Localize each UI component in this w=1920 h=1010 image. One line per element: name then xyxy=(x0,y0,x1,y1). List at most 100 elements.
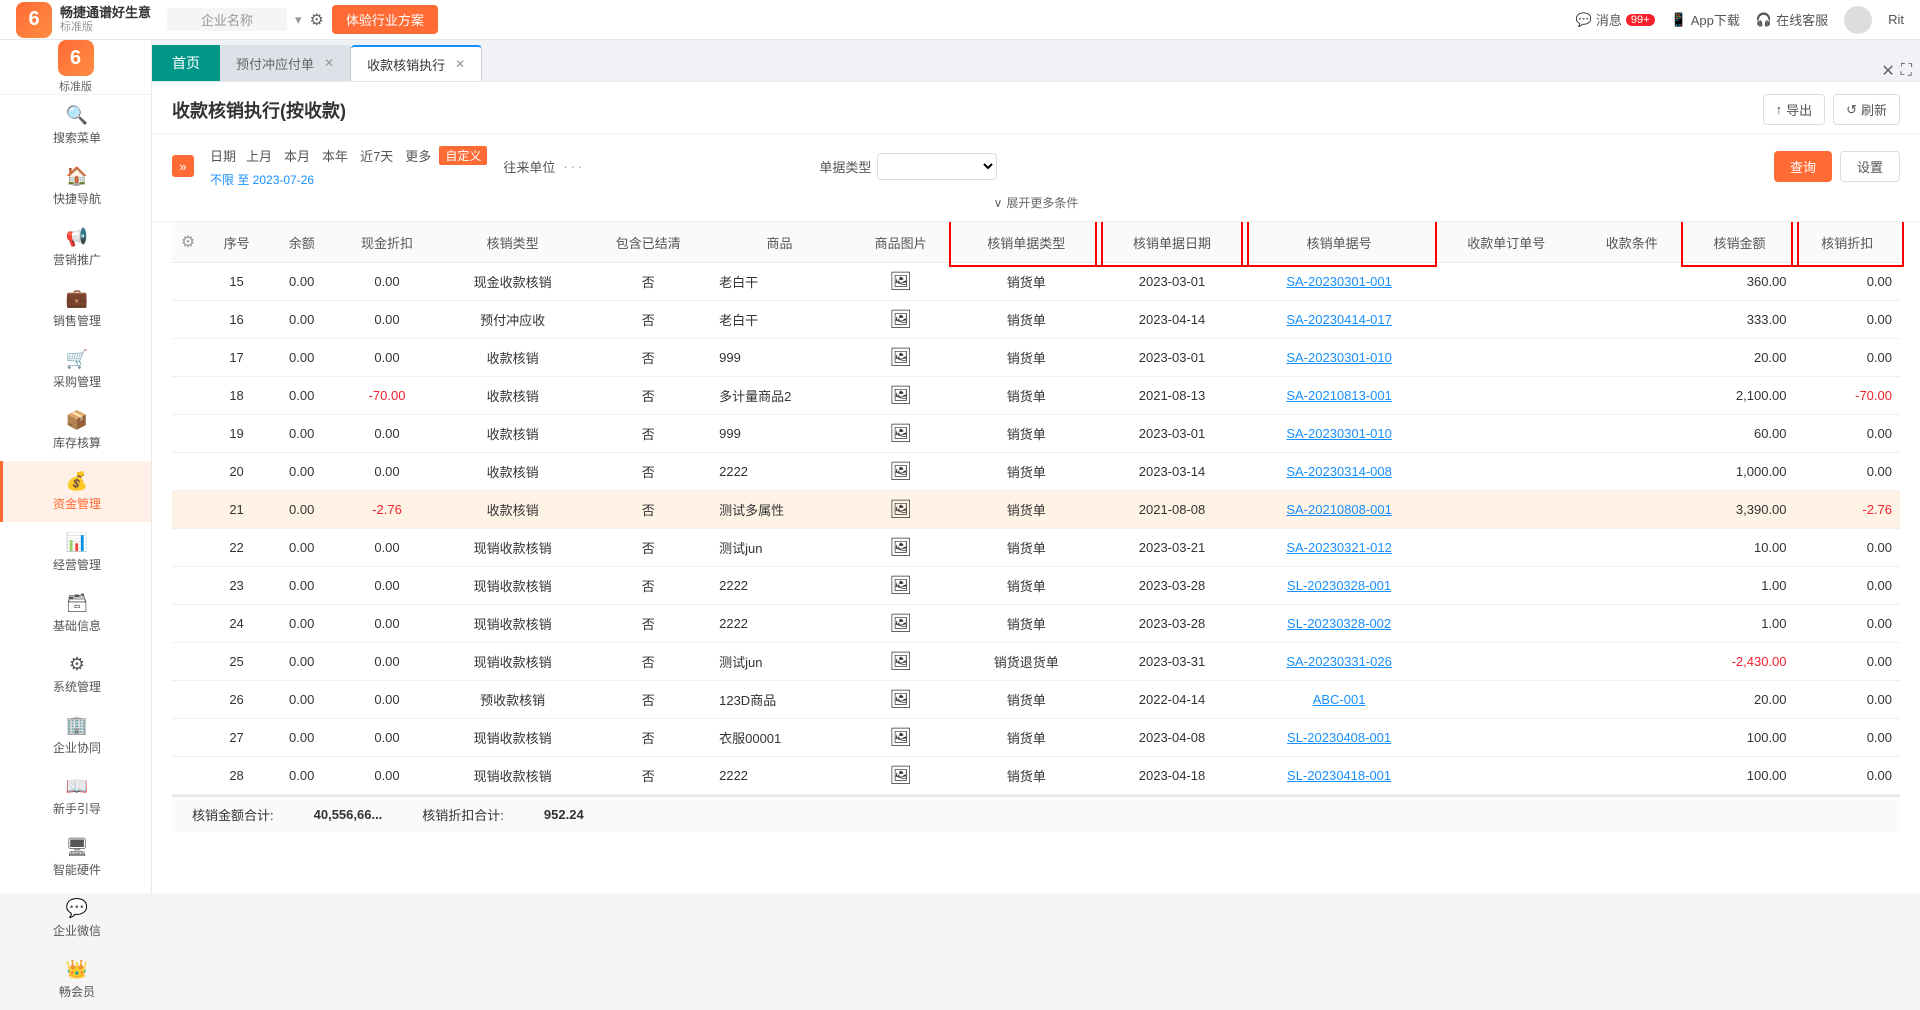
sidebar-item-inventory[interactable]: 📦 库存核算 xyxy=(0,400,151,461)
cell-settings xyxy=(172,567,204,605)
cell-bill_no[interactable]: SA-20230314-008 xyxy=(1245,453,1433,491)
cell-include_settled: 否 xyxy=(586,681,712,719)
sidebar-item-finance[interactable]: 💰 资金管理 xyxy=(0,461,151,522)
col-receipt-order-no: 收款单订单号 xyxy=(1433,222,1579,263)
cell-receipt_order_no xyxy=(1433,339,1579,377)
table-row: 250.000.00现销收款核销否测试jun🖼销货退货单2023-03-31SA… xyxy=(172,643,1900,681)
footer-cancel-amount-value: 40,556,66... xyxy=(314,807,383,822)
date-this-month[interactable]: 本月 xyxy=(280,144,314,167)
date-custom[interactable]: 自定义 xyxy=(439,146,487,165)
cell-cash_discount: 0.00 xyxy=(334,719,439,757)
cell-receipt_condition xyxy=(1579,605,1684,643)
settings-icon[interactable]: ⚙ xyxy=(310,10,324,30)
sidebar-item-search[interactable]: 🔍 搜索菜单 xyxy=(0,95,151,156)
cell-cancel_type: 收款核销 xyxy=(440,453,586,491)
date-more[interactable]: 更多 xyxy=(401,144,435,167)
cell-bill_no[interactable]: ABC-001 xyxy=(1245,681,1433,719)
company-chevron-icon[interactable]: ▾ xyxy=(295,12,302,28)
inventory-icon: 📦 xyxy=(66,410,88,431)
cell-bill_date: 2023-04-18 xyxy=(1099,757,1245,795)
cell-bill_no[interactable]: SL-20230408-001 xyxy=(1245,719,1433,757)
date-last-month[interactable]: 上月 xyxy=(242,144,276,167)
cell-product_img: 🖼 xyxy=(848,339,953,377)
sidebar-item-basic[interactable]: 🗃 基础信息 xyxy=(0,583,151,644)
table-row: 200.000.00收款核销否2222🖼销货单2023-03-14SA-2023… xyxy=(172,453,1900,491)
cell-bill_no[interactable]: SA-20210808-001 xyxy=(1245,491,1433,529)
col-cancel-discount: 核销折扣 xyxy=(1795,222,1900,263)
sidebar-item-marketing[interactable]: 📢 营销推广 xyxy=(0,217,151,278)
expand-more-button[interactable]: ∨ 展开更多条件 xyxy=(994,194,1079,211)
cell-receipt_order_no xyxy=(1433,757,1579,795)
cell-bill_no[interactable]: SL-20230418-001 xyxy=(1245,757,1433,795)
setup-button[interactable]: 设置 xyxy=(1840,151,1900,182)
cell-bill_no[interactable]: SL-20230328-001 xyxy=(1245,567,1433,605)
tab-collection-close-icon[interactable]: ✕ xyxy=(455,57,465,71)
export-button[interactable]: ↑ 导出 xyxy=(1763,94,1826,125)
tab-prepay[interactable]: 预付冲应付单 ✕ xyxy=(220,45,351,81)
cell-receipt_condition xyxy=(1579,529,1684,567)
filter-actions: 查询 设置 xyxy=(1774,151,1900,182)
tab-collection[interactable]: 收款核销执行 ✕ xyxy=(351,45,482,81)
cell-bill_no[interactable]: SA-20230301-001 xyxy=(1245,263,1433,301)
cell-bill_no[interactable]: SL-20230328-002 xyxy=(1245,605,1433,643)
export-label: 导出 xyxy=(1786,100,1812,119)
refresh-button[interactable]: ↺ 刷新 xyxy=(1833,94,1900,125)
cell-cancel_discount: -70.00 xyxy=(1795,377,1900,415)
col-settings[interactable]: ⚙ xyxy=(172,222,204,263)
sidebar-item-operation[interactable]: 📊 经营管理 xyxy=(0,522,151,583)
cell-bill_no[interactable]: SA-20230414-017 xyxy=(1245,301,1433,339)
sidebar-label-corp: 企业协同 xyxy=(53,739,101,756)
tab-home[interactable]: 首页 xyxy=(152,45,220,81)
tab-close-all-button[interactable]: ✕ xyxy=(1881,61,1894,81)
col-settings-icon[interactable]: ⚙ xyxy=(181,234,195,251)
app-download-item[interactable]: 📱 App下载 xyxy=(1671,10,1740,29)
cell-receipt_condition xyxy=(1579,301,1684,339)
sidebar-item-corp[interactable]: 🏢 企业协同 xyxy=(0,705,151,766)
date-this-year[interactable]: 本年 xyxy=(318,144,352,167)
sidebar-item-guide[interactable]: 📖 新手引导 xyxy=(0,766,151,827)
cell-cancel_amount: 10.00 xyxy=(1685,529,1795,567)
table-row: 280.000.00现销收款核销否2222🖼销货单2023-04-18SL-20… xyxy=(172,757,1900,795)
sidebar-label-sales: 销售管理 xyxy=(53,312,101,329)
filter-expand-button[interactable]: » xyxy=(172,155,194,177)
col-bill-type: 核销单据类型 xyxy=(953,222,1099,263)
cell-bill_type: 销货单 xyxy=(953,681,1099,719)
sidebar-item-wechat[interactable]: 💬 企业微信 xyxy=(0,888,151,949)
wechat-icon: 💬 xyxy=(66,898,88,919)
sidebar-logo: 6 标准版 xyxy=(0,40,151,95)
nav-icon: 🏠 xyxy=(66,166,88,187)
cell-receipt_condition xyxy=(1579,453,1684,491)
cell-cancel_type: 现销收款核销 xyxy=(440,529,586,567)
cell-seq: 24 xyxy=(204,605,269,643)
bill-type-select[interactable] xyxy=(877,153,997,180)
date-range-display[interactable]: 不限 至 2023-07-26 xyxy=(210,171,487,188)
tab-maximize-button[interactable]: ⛶ xyxy=(1901,62,1912,80)
cell-bill_type: 销货单 xyxy=(953,605,1099,643)
avatar[interactable] xyxy=(1844,6,1872,34)
sidebar-item-sales[interactable]: 💼 销售管理 xyxy=(0,278,151,339)
solution-button[interactable]: 体验行业方案 xyxy=(332,5,438,34)
message-item[interactable]: 💬 消息 99+ xyxy=(1576,10,1655,29)
counterparty-ellipsis: ··· xyxy=(563,159,585,174)
sidebar-item-system[interactable]: ⚙ 系统管理 xyxy=(0,644,151,705)
cell-cancel_discount: -2.76 xyxy=(1795,491,1900,529)
cell-bill_no[interactable]: SA-20230301-010 xyxy=(1245,415,1433,453)
company-selector[interactable]: 企业名称 xyxy=(167,8,287,31)
cell-bill_no[interactable]: SA-20230331-026 xyxy=(1245,643,1433,681)
sidebar-item-hardware[interactable]: 🖥 智能硬件 xyxy=(0,827,151,888)
sidebar-item-nav[interactable]: 🏠 快捷导航 xyxy=(0,156,151,217)
cell-cancel_type: 预收款核销 xyxy=(440,681,586,719)
cell-bill_no[interactable]: SA-20210813-001 xyxy=(1245,377,1433,415)
cell-settings xyxy=(172,491,204,529)
sidebar-item-member[interactable]: 👑 畅会员 xyxy=(0,949,151,1010)
query-button[interactable]: 查询 xyxy=(1774,151,1832,182)
cell-receipt_condition xyxy=(1579,491,1684,529)
service-item[interactable]: 🎧 在线客服 xyxy=(1756,10,1828,29)
date-7days[interactable]: 近7天 xyxy=(356,144,397,167)
cell-bill_no[interactable]: SA-20230321-012 xyxy=(1245,529,1433,567)
cell-bill_no[interactable]: SA-20230301-010 xyxy=(1245,339,1433,377)
cell-balance: 0.00 xyxy=(269,681,334,719)
sidebar-item-purchase[interactable]: 🛒 采购管理 xyxy=(0,339,151,400)
cell-settings xyxy=(172,529,204,567)
tab-prepay-close-icon[interactable]: ✕ xyxy=(324,56,334,70)
